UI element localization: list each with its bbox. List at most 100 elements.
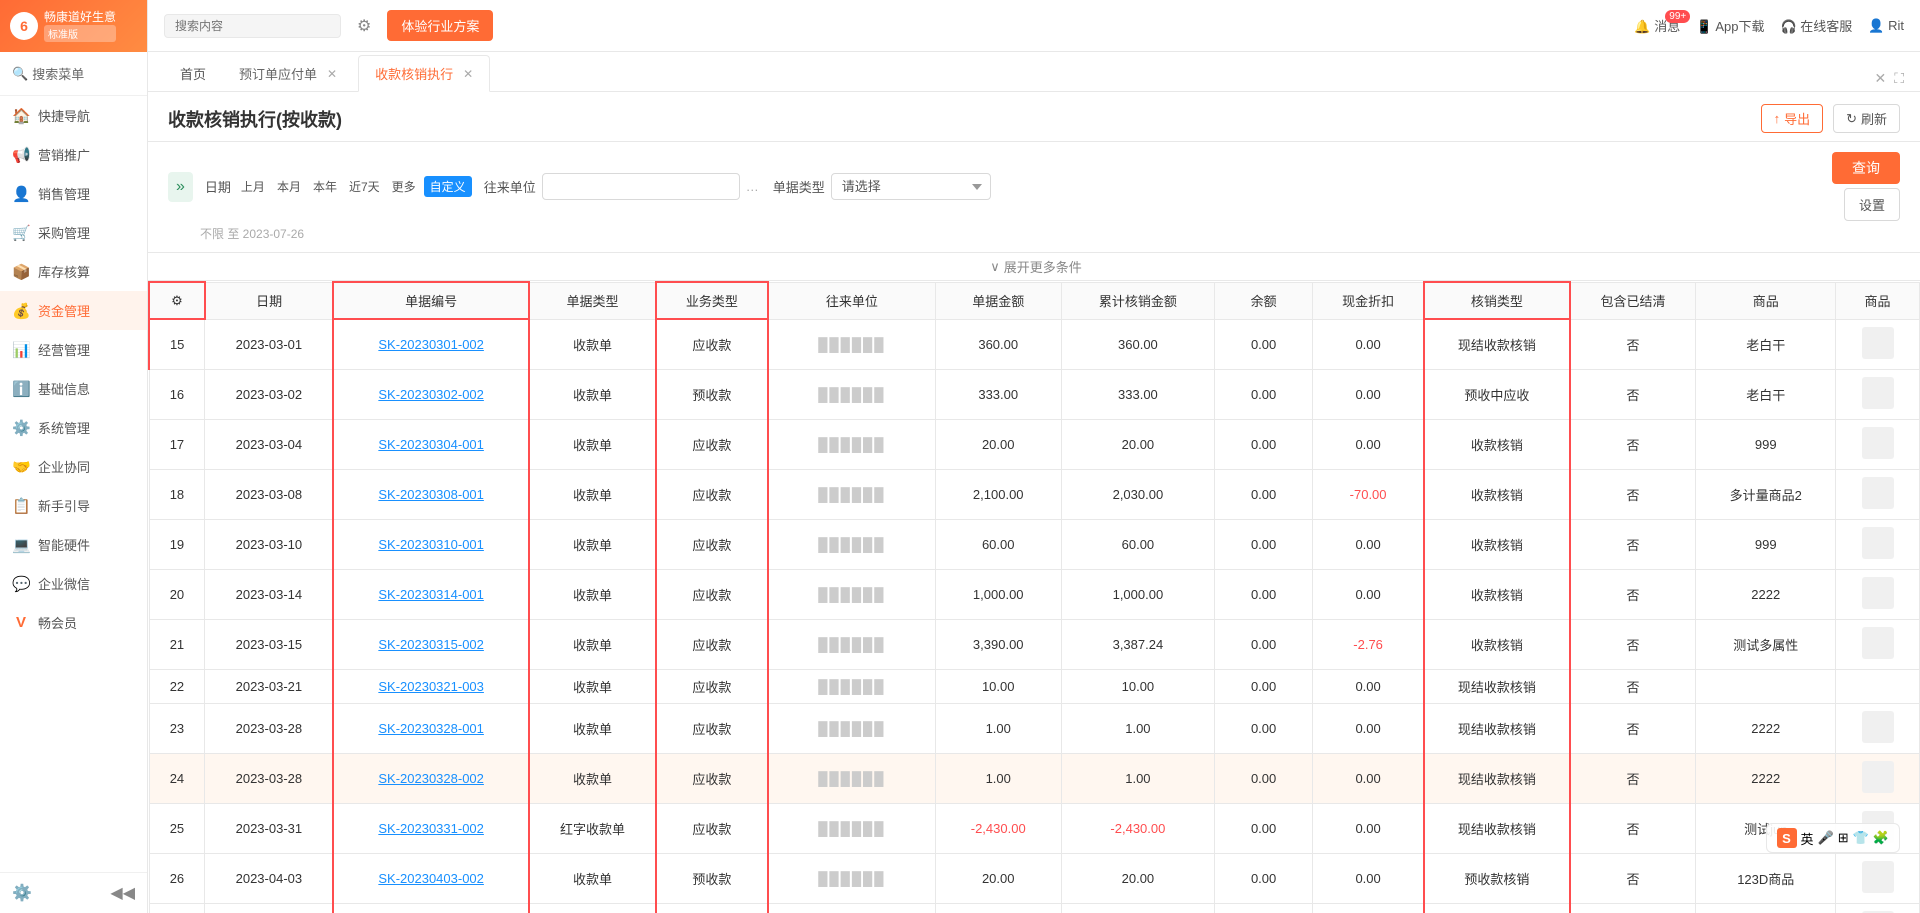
td-partner: ██████ [768,519,936,569]
date-this-year[interactable]: 本年 [309,176,341,197]
sidebar-item-guide[interactable]: 📋 新手引导 [0,486,147,525]
sidebar-search[interactable]: 🔍 搜索菜单 [0,52,147,96]
online-service-button[interactable]: 🎧 在线客服 [1780,16,1852,35]
td-doc-type: 收款单 [529,519,656,569]
tab-home[interactable]: 首页 [164,56,222,91]
wechat-icon: 💬 [12,575,30,593]
td-product: 2222 [1696,703,1836,753]
table-row: 15 2023-03-01 SK-20230301-002 收款单 应收款 ██… [149,319,1920,369]
sidebar-item-wechat[interactable]: 💬 企业微信 [0,564,147,603]
doc-no-link[interactable]: SK-20230331-002 [378,821,484,836]
user-menu-button[interactable]: 👤 Rit [1868,18,1904,34]
td-product: 测试多属性 [1696,619,1836,669]
filter-date-group: 日期 上月 本月 本年 近7天 更多 自定义 [205,176,472,197]
tab2-close-icon[interactable]: ✕ [463,67,473,81]
sidebar-item-purchase[interactable]: 🛒 采购管理 [0,213,147,252]
filter-doctype-group: 单据类型 请选择 收款单 红字收款单 [773,173,991,200]
td-product-img [1836,469,1920,519]
doc-no-link[interactable]: SK-20230310-001 [378,537,484,552]
td-product: 2222 [1696,569,1836,619]
maximize-window-icon[interactable]: ⛶ [1894,70,1904,87]
td-date: 2023-04-08 [205,903,334,913]
tab1-close-icon[interactable]: ✕ [327,67,337,81]
filter-settings-button[interactable]: 设置 [1844,188,1900,221]
td-no: 19 [149,519,205,569]
sidebar-item-basics[interactable]: ℹ️ 基础信息 [0,369,147,408]
td-amount: 1.00 [935,703,1061,753]
filter-toggle-btn[interactable]: » [168,172,193,202]
doc-no-link[interactable]: SK-20230328-002 [378,771,484,786]
td-product-img [1836,853,1920,903]
doc-no-link[interactable]: SK-20230301-002 [378,337,484,352]
td-product-img [1836,569,1920,619]
th-biz-type: 业务类型 [656,282,768,319]
close-window-icon[interactable]: ✕ [1874,70,1886,87]
date-this-month[interactable]: 本月 [273,176,305,197]
query-button[interactable]: 查询 [1832,152,1900,184]
th-gear[interactable]: ⚙ [149,282,205,319]
partner-input[interactable] [542,173,740,200]
td-partner: ██████ [768,319,936,369]
export-button[interactable]: ↑ 导出 [1761,104,1824,133]
filter-dots: … [746,179,761,194]
topbar-gear-icon[interactable]: ⚙ [357,16,371,36]
sidebar-item-inventory[interactable]: 📦 库存核算 [0,252,147,291]
td-doc-no: SK-20230315-002 [333,619,529,669]
doc-no-link[interactable]: SK-20230315-002 [378,637,484,652]
sidebar-item-quick-nav[interactable]: 🏠 快捷导航 [0,96,147,135]
date-more[interactable]: 更多 [388,176,420,197]
td-date: 2023-03-15 [205,619,334,669]
page-title: 收款核销执行(按收款) [168,106,342,132]
date-7days[interactable]: 近7天 [345,176,384,197]
date-options: 上月 本月 本年 近7天 更多 自定义 [237,176,472,197]
settings-bottom-icon[interactable]: ⚙️ [12,883,32,903]
tabbar: 首页 预订单应付单 ✕ 收款核销执行 ✕ ✕ ⛶ [148,52,1920,92]
megaphone-icon: 📢 [12,146,30,164]
refresh-button[interactable]: ↻ 刷新 [1833,104,1900,133]
tab-receipt-verify[interactable]: 收款核销执行 ✕ [358,55,490,92]
doctype-label: 单据类型 [773,177,825,196]
filter-date-range-row: 不限 至 2023-07-26 [168,225,1900,242]
td-verified: 20.00 [1061,853,1215,903]
doc-no-link[interactable]: SK-20230308-001 [378,487,484,502]
doc-no-link[interactable]: SK-20230321-003 [378,679,484,694]
sidebar-item-member[interactable]: V 畅会员 [0,603,147,642]
doc-no-link[interactable]: SK-20230302-002 [378,387,484,402]
sidebar-item-marketing[interactable]: 📢 营销推广 [0,135,147,174]
date-last-month[interactable]: 上月 [237,176,269,197]
td-balance: 0.00 [1215,753,1313,803]
doc-no-link[interactable]: SK-20230328-001 [378,721,484,736]
td-verify-type: 现结收款核销 [1424,753,1569,803]
tab-prepayment[interactable]: 预订单应付单 ✕ [222,55,354,91]
topbar-search-input[interactable] [164,14,341,38]
sidebar-item-operations[interactable]: 📊 经营管理 [0,330,147,369]
td-included: 否 [1570,803,1696,853]
td-partner: ██████ [768,703,936,753]
doc-no-link[interactable]: SK-20230314-001 [378,587,484,602]
td-verify-type: 现结收款核销 [1424,319,1569,369]
sidebar-item-system[interactable]: ⚙️ 系统管理 [0,408,147,447]
app-download-button[interactable]: 📱 App下载 [1696,16,1764,35]
table-row: 20 2023-03-14 SK-20230314-001 收款单 应收款 ██… [149,569,1920,619]
td-biz-type: 应收款 [656,669,768,703]
td-doc-type: 收款单 [529,753,656,803]
doctype-select[interactable]: 请选择 收款单 红字收款单 [831,173,991,200]
sidebar-item-finance[interactable]: 💰 资金管理 [0,291,147,330]
expand-conditions-btn[interactable]: ∨ 展开更多条件 [148,253,1920,281]
collapse-icon[interactable]: ◀◀ [110,883,135,903]
sidebar-item-hardware[interactable]: 💻 智能硬件 [0,525,147,564]
notice-button[interactable]: 🔔 消息 99+ [1634,16,1680,35]
date-custom-btn[interactable]: 自定义 [424,176,472,197]
sidebar-item-enterprise[interactable]: 🤝 企业协同 [0,447,147,486]
doc-no-link[interactable]: SK-20230403-002 [378,871,484,886]
search-menu-btn[interactable]: 🔍 搜索菜单 [8,60,139,87]
td-biz-type: 应收款 [656,903,768,913]
solution-button[interactable]: 体验行业方案 [387,10,493,41]
td-doc-no: SK-20230310-001 [333,519,529,569]
sidebar-item-sales[interactable]: 👤 销售管理 [0,174,147,213]
td-balance: 0.00 [1215,853,1313,903]
doc-no-link[interactable]: SK-20230304-001 [378,437,484,452]
td-included: 否 [1570,619,1696,669]
search-icon: 🔍 [12,66,28,82]
td-included: 否 [1570,369,1696,419]
